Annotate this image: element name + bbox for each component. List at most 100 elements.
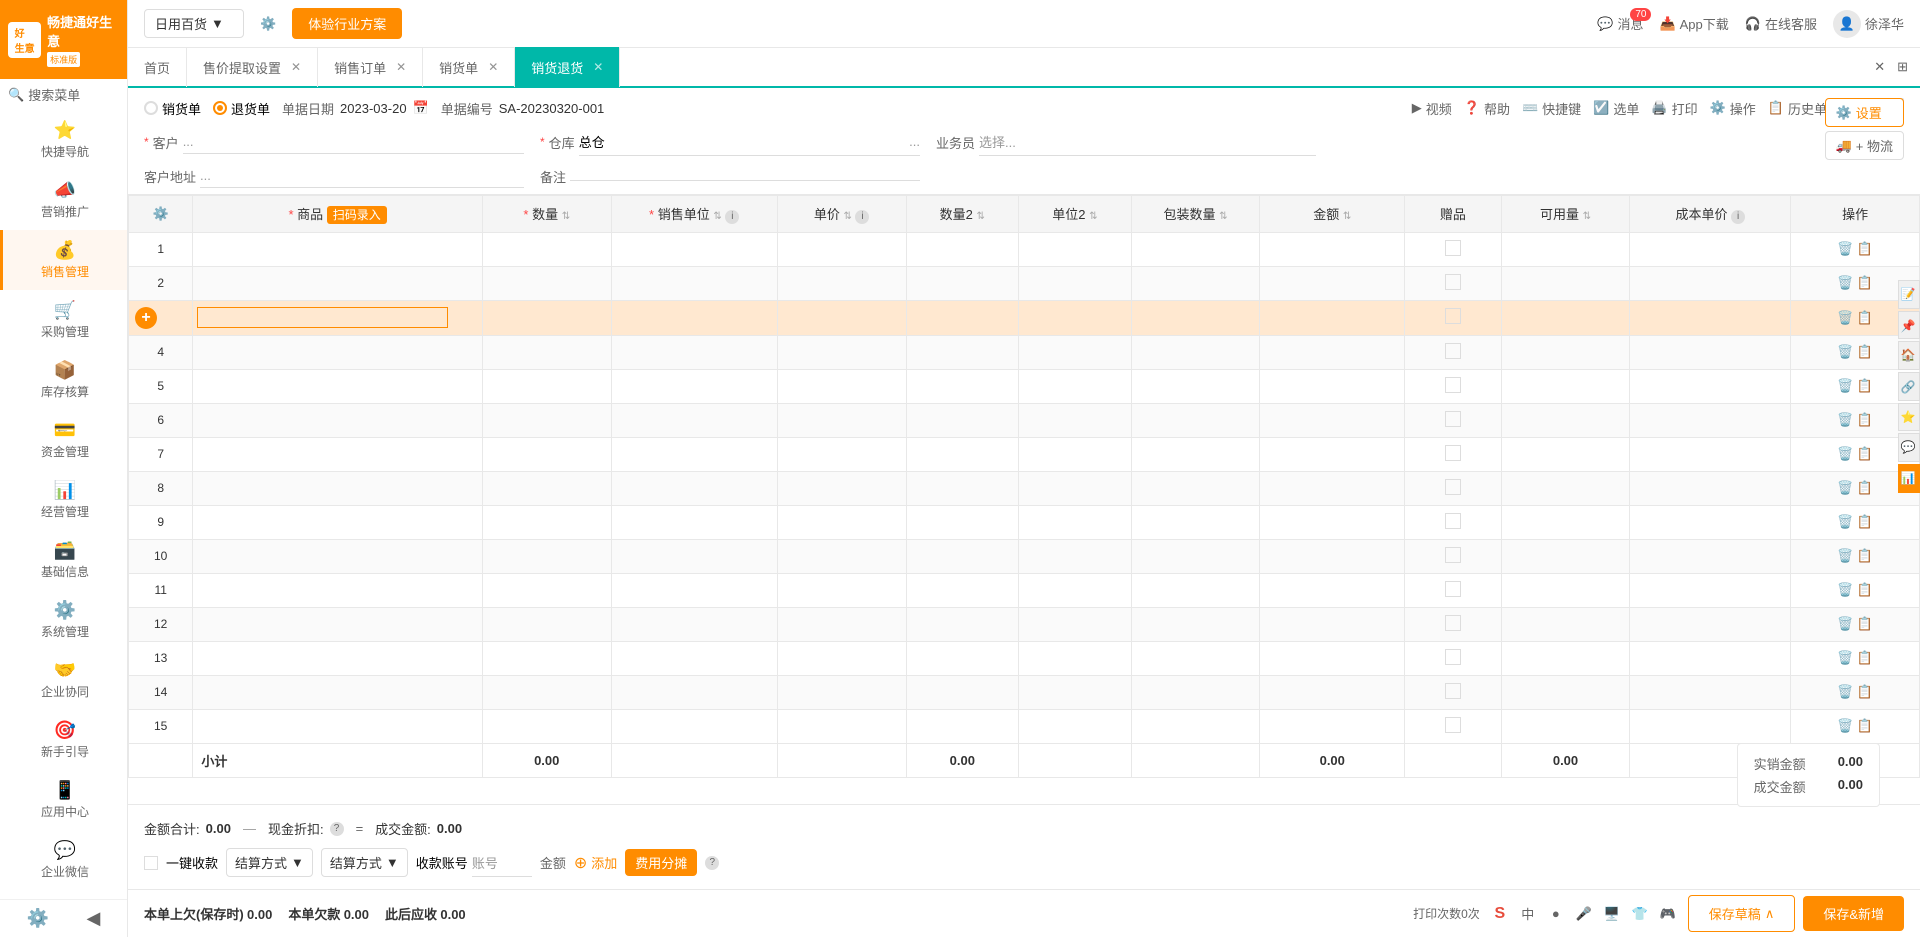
cell-cost-2[interactable] [1630,266,1791,300]
add-account-btn[interactable]: 添加 [591,853,617,872]
cell-product-15[interactable] [193,709,483,743]
cell-product-5[interactable] [193,369,483,403]
cell-pkg-9[interactable] [1131,505,1260,539]
fee-btn[interactable]: 费用分摊 [625,849,697,876]
cell-amount-11[interactable] [1260,573,1405,607]
copy-row-10[interactable]: 📋 [1857,548,1873,563]
cell-unit-15[interactable] [611,709,777,743]
right-panel-item5[interactable]: ⭐ [1898,403,1920,432]
cell-price-13[interactable] [777,641,906,675]
cell-cost-14[interactable] [1630,675,1791,709]
cell-qty2-6[interactable] [906,403,1019,437]
cell-amount-4[interactable] [1260,335,1405,369]
cell-unit-11[interactable] [611,573,777,607]
cell-avail-13[interactable] [1501,641,1630,675]
sidebar-item-newbie[interactable]: 🎯 新手引导 [0,710,127,770]
cell-price-1[interactable] [777,232,906,266]
radio-return[interactable]: 退货单 [213,99,270,118]
cell-qty-13[interactable] [482,641,611,675]
cell-amount-14[interactable] [1260,675,1405,709]
cell-unit2-6[interactable] [1019,403,1132,437]
sidebar-item-search[interactable]: 🔍 搜索菜单 [0,79,127,110]
cell-amount-6[interactable] [1260,403,1405,437]
cell-qty2-7[interactable] [906,437,1019,471]
cell-amount-10[interactable] [1260,539,1405,573]
sidebar-item-finance[interactable]: 💳 资金管理 [0,410,127,470]
cell-price-5[interactable] [777,369,906,403]
th-gear[interactable]: ⚙️ [129,196,193,233]
cell-unit2-1[interactable] [1019,232,1132,266]
copy-row-11[interactable]: 📋 [1857,582,1873,597]
right-panel-item4[interactable]: 🔗 [1898,372,1920,401]
cell-pkg-10[interactable] [1131,539,1260,573]
tab-home[interactable]: 首页 [128,47,187,87]
copy-row-14[interactable]: 📋 [1857,684,1873,699]
settings-bottom-icon[interactable]: ⚙️ [27,908,49,929]
cell-gift-1[interactable] [1405,232,1502,266]
sort-qty-icon[interactable]: ⇅ [562,211,570,222]
cell-pkg-6[interactable] [1131,403,1260,437]
cell-gift-6[interactable] [1405,403,1502,437]
cell-qty2-13[interactable] [906,641,1019,675]
cell-cost-13[interactable] [1630,641,1791,675]
cell-price-11[interactable] [777,573,906,607]
cell-unit-3[interactable] [611,300,777,335]
cell-unit2-4[interactable] [1019,335,1132,369]
cell-price-7[interactable] [777,437,906,471]
info-unit-icon[interactable]: i [725,210,739,224]
cell-avail-4[interactable] [1501,335,1630,369]
cell-pkg-3[interactable] [1131,300,1260,335]
cell-pkg-7[interactable] [1131,437,1260,471]
cell-qty-10[interactable] [482,539,611,573]
cell-pkg-14[interactable] [1131,675,1260,709]
topbar-settings-icon[interactable]: ⚙️ [252,12,284,36]
cell-product-2[interactable] [193,266,483,300]
cell-avail-14[interactable] [1501,675,1630,709]
video-btn[interactable]: ▶ 视频 [1412,99,1452,118]
cell-unit2-2[interactable] [1019,266,1132,300]
cell-qty-4[interactable] [482,335,611,369]
delete-row-14[interactable]: 🗑️ [1837,684,1853,699]
cell-qty-8[interactable] [482,471,611,505]
operate-btn[interactable]: ⚙️ 操作 [1710,99,1756,118]
add-row-btn[interactable]: + [135,307,157,329]
cell-qty-7[interactable] [482,437,611,471]
cell-qty2-11[interactable] [906,573,1019,607]
tool3-icon[interactable]: 🎤 [1572,902,1596,926]
cell-cost-3[interactable] [1630,300,1791,335]
cell-gift-14[interactable] [1405,675,1502,709]
cell-avail-3[interactable] [1501,300,1630,335]
delete-row-10[interactable]: 🗑️ [1837,548,1853,563]
cell-avail-15[interactable] [1501,709,1630,743]
sort-qty2-icon[interactable]: ⇅ [977,211,985,222]
settle-method-select[interactable]: 结算方式 ▼ [226,848,313,877]
warehouse-input[interactable]: 总仓 ... [579,128,920,156]
delete-row-9[interactable]: 🗑️ [1837,514,1853,529]
cell-avail-7[interactable] [1501,437,1630,471]
copy-row-13[interactable]: 📋 [1857,650,1873,665]
cell-pkg-1[interactable] [1131,232,1260,266]
cell-price-15[interactable] [777,709,906,743]
sidebar-item-marketing[interactable]: 📣 营销推广 [0,170,127,230]
salesperson-input[interactable]: 选择... [979,128,1316,156]
copy-row-15[interactable]: 📋 [1857,718,1873,733]
cell-price-2[interactable] [777,266,906,300]
copy-row-8[interactable]: 📋 [1857,480,1873,495]
cell-avail-12[interactable] [1501,607,1630,641]
calendar-icon[interactable]: 📅 [413,100,429,116]
account-input[interactable]: 账号 [472,849,532,877]
cell-product-3[interactable] [193,300,483,335]
cell-pkg-12[interactable] [1131,607,1260,641]
cell-unit-12[interactable] [611,607,777,641]
cell-cost-9[interactable] [1630,505,1791,539]
cell-qty-3[interactable] [482,300,611,335]
sort-unit-icon[interactable]: ⇅ [713,211,721,222]
shortcut-btn[interactable]: ⌨️ 快捷键 [1522,99,1581,118]
cell-avail-6[interactable] [1501,403,1630,437]
cell-unit-4[interactable] [611,335,777,369]
delete-row-1[interactable]: 🗑️ [1837,241,1853,256]
cell-gift-5[interactable] [1405,369,1502,403]
product-input-active[interactable] [197,307,448,328]
message-btn[interactable]: 💬 消息 70 [1597,14,1643,33]
sort-pkg-icon[interactable]: ⇅ [1219,211,1227,222]
